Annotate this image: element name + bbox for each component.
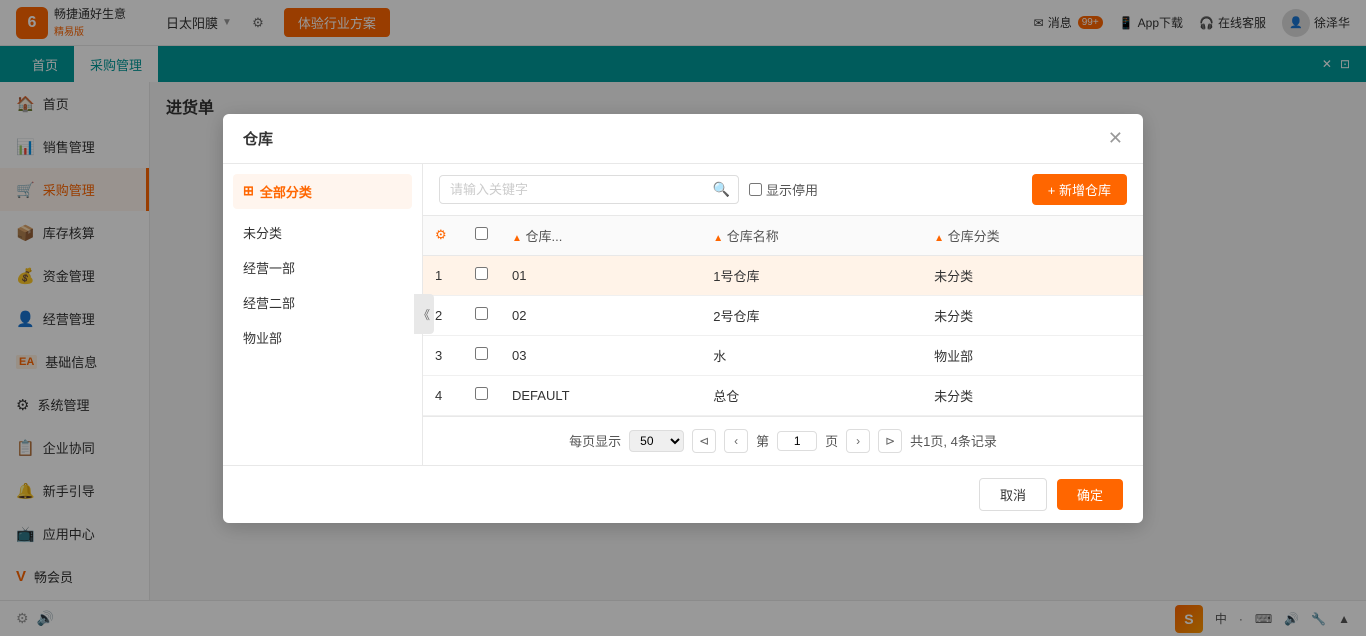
row-code: 02 [500,295,701,335]
pagination-summary: 共1页, 4条记录 [910,431,997,450]
show-disabled-label: 显示停用 [766,180,818,199]
grid-icon: ⊞ [243,183,254,199]
warehouse-table-wrap: ⚙ ▲ 仓库... ▲ 仓库名称 [423,216,1143,416]
row-category: 未分类 [922,295,1143,335]
pagination: 每页显示 50 100 ⊲ ‹ 第 页 › ⊳ 共1页, 4条记录 [423,416,1143,465]
confirm-button[interactable]: 确定 [1057,479,1123,510]
table-row[interactable]: 4 DEFAULT 总仓 未分类 [423,375,1143,415]
category-item-unclassified[interactable]: 未分类 [233,215,412,250]
row-category: 未分类 [922,255,1143,295]
all-category-label: 全部分类 [260,182,312,201]
cancel-button[interactable]: 取消 [979,478,1047,511]
page-unit-label: 页 [825,431,838,450]
left-panel: ⊞ 全部分类 未分类 经营一部 经营二部 物业部 《 [223,164,423,465]
row-checkbox-cell[interactable] [463,375,500,415]
search-button[interactable]: 🔍 [705,176,738,203]
show-disabled-checkbox-label[interactable]: 显示停用 [749,180,818,199]
table-row[interactable]: 3 03 水 物业部 [423,335,1143,375]
dialog-footer: 取消 确定 [223,465,1143,523]
dialog-toolbar: 🔍 显示停用 + 新增仓库 [423,164,1143,216]
all-category-item[interactable]: ⊞ 全部分类 [233,174,412,209]
table-header-row: ⚙ ▲ 仓库... ▲ 仓库名称 [423,216,1143,256]
th-settings: ⚙ [423,216,463,256]
page-last-button[interactable]: ⊳ [878,429,902,453]
dialog-overlay: 仓库 ✕ ⊞ 全部分类 未分类 经营一部 经营二部 物业部 《 [0,0,1366,636]
row-name: 水 [701,335,922,375]
row-checkbox-cell[interactable] [463,295,500,335]
category-item-dept1[interactable]: 经营一部 [233,250,412,285]
row-checkbox[interactable] [475,347,488,360]
row-code: DEFAULT [500,375,701,415]
table-row[interactable]: 1 01 1号仓库 未分类 [423,255,1143,295]
row-checkbox-cell[interactable] [463,255,500,295]
dialog-close-button[interactable]: ✕ [1108,128,1123,149]
page-num-label: 第 [756,431,769,450]
page-number-input[interactable] [777,431,817,451]
row-name: 2号仓库 [701,295,922,335]
page-first-button[interactable]: ⊲ [692,429,716,453]
select-all-checkbox[interactable] [475,227,488,240]
dialog-body: ⊞ 全部分类 未分类 经营一部 经营二部 物业部 《 🔍 [223,164,1143,465]
row-checkbox[interactable] [475,267,488,280]
th-name: ▲ 仓库名称 [701,216,922,256]
row-name: 总仓 [701,375,922,415]
row-name: 1号仓库 [701,255,922,295]
page-size-select[interactable]: 50 100 [629,430,684,452]
row-checkbox[interactable] [475,387,488,400]
category-item-property[interactable]: 物业部 [233,320,412,355]
row-checkbox-cell[interactable] [463,335,500,375]
row-category: 未分类 [922,375,1143,415]
right-panel: 🔍 显示停用 + 新增仓库 ⚙ [423,164,1143,465]
category-item-dept2[interactable]: 经营二部 [233,285,412,320]
warehouse-table: ⚙ ▲ 仓库... ▲ 仓库名称 [423,216,1143,416]
page-prev-button[interactable]: ‹ [724,429,748,453]
row-category: 物业部 [922,335,1143,375]
warehouse-dialog: 仓库 ✕ ⊞ 全部分类 未分类 经营一部 经营二部 物业部 《 [223,114,1143,523]
row-num: 3 [423,335,463,375]
dialog-title: 仓库 [243,128,273,149]
dialog-header: 仓库 ✕ [223,114,1143,164]
collapse-left-panel-button[interactable]: 《 [414,294,434,334]
row-code: 03 [500,335,701,375]
table-row[interactable]: 2 02 2号仓库 未分类 [423,295,1143,335]
settings-icon-th: ⚙ [435,227,447,242]
row-code: 01 [500,255,701,295]
th-checkbox [463,216,500,256]
per-page-label: 每页显示 [569,431,621,450]
th-code: ▲ 仓库... [500,216,701,256]
row-num: 1 [423,255,463,295]
show-disabled-checkbox[interactable] [749,183,762,196]
page-next-button[interactable]: › [846,429,870,453]
add-warehouse-button[interactable]: + 新增仓库 [1032,174,1127,205]
row-num: 4 [423,375,463,415]
search-input-wrap: 🔍 [439,175,739,204]
th-category: ▲ 仓库分类 [922,216,1143,256]
row-checkbox[interactable] [475,307,488,320]
search-input[interactable] [440,177,705,202]
